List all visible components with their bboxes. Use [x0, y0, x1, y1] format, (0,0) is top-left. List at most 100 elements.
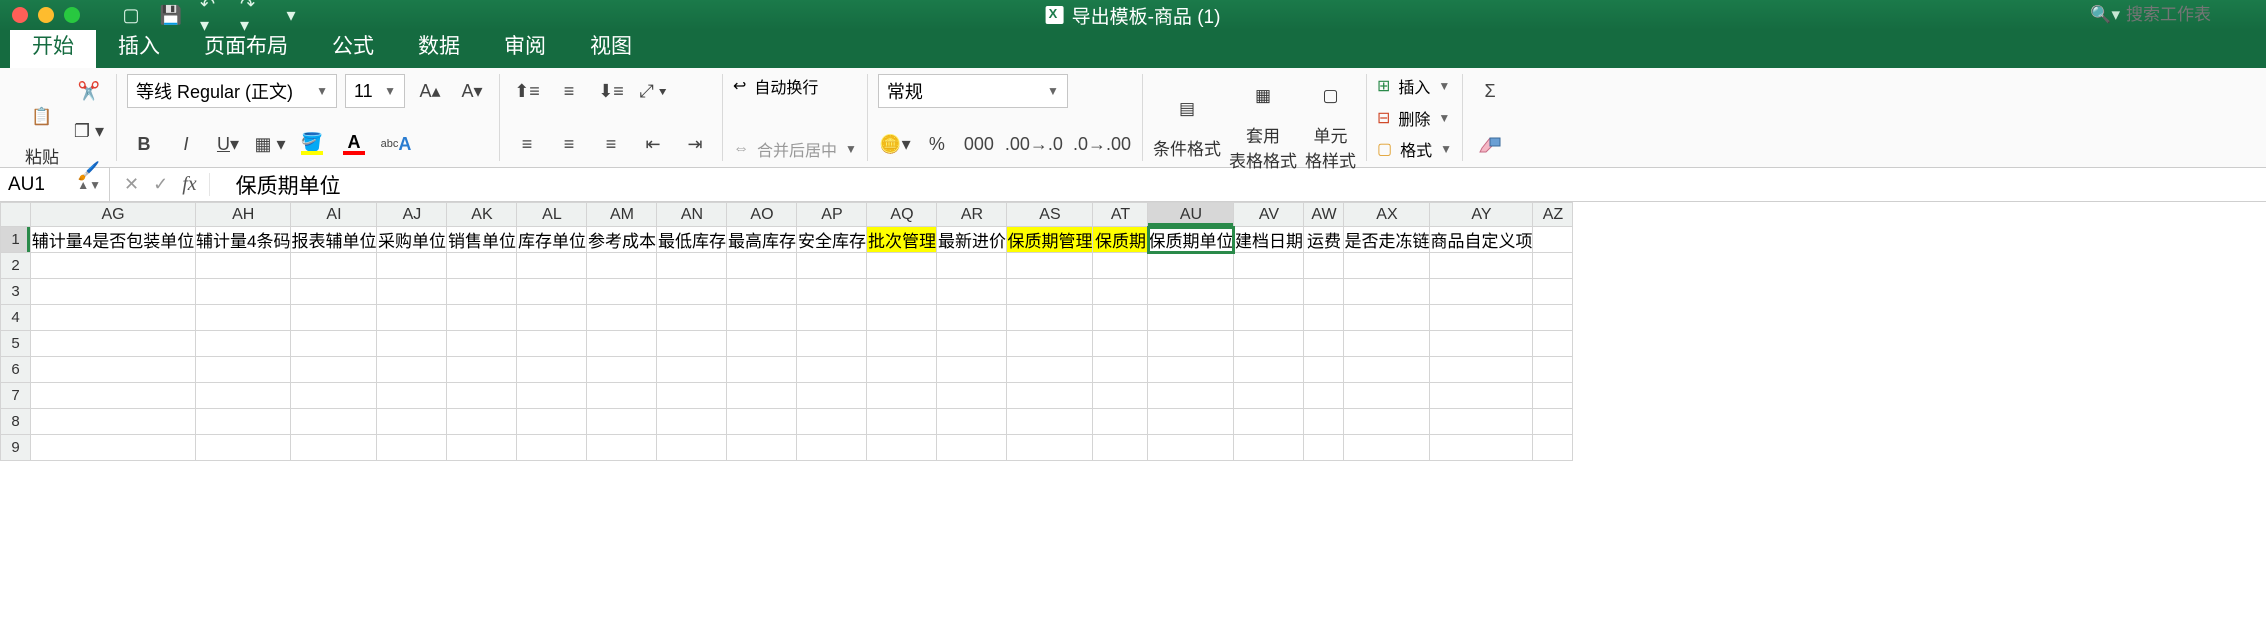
cell-AN5[interactable]: [657, 331, 727, 357]
cell-AR9[interactable]: [937, 435, 1007, 461]
cell-AW5[interactable]: [1304, 331, 1344, 357]
cell-AX6[interactable]: [1344, 357, 1430, 383]
formula-input[interactable]: 保质期单位: [224, 170, 2266, 200]
column-header-AO[interactable]: AO: [727, 203, 797, 227]
cell-AW1[interactable]: 运费: [1304, 227, 1344, 253]
cell-AM3[interactable]: [587, 279, 657, 305]
cell-AJ3[interactable]: [377, 279, 447, 305]
cell-AJ4[interactable]: [377, 305, 447, 331]
increase-font-icon[interactable]: A▴: [413, 74, 447, 108]
cell-AI7[interactable]: [291, 383, 377, 409]
autosum-icon[interactable]: Σ: [1473, 74, 1507, 108]
name-box[interactable]: AU1 ▲▼: [0, 168, 110, 201]
column-header-AM[interactable]: AM: [587, 203, 657, 227]
italic-button[interactable]: I: [169, 127, 203, 161]
cell-AM8[interactable]: [587, 409, 657, 435]
cell-AT2[interactable]: [1093, 253, 1148, 279]
border-button[interactable]: ▦ ▾: [253, 127, 287, 161]
cell-AZ1[interactable]: [1533, 227, 1573, 253]
cell-AI3[interactable]: [291, 279, 377, 305]
cell-AN1[interactable]: 最低库存: [657, 227, 727, 253]
format-cells-button[interactable]: ▢ 格式▼: [1377, 137, 1452, 161]
cell-AO6[interactable]: [727, 357, 797, 383]
cell-AJ2[interactable]: [377, 253, 447, 279]
cell-AH3[interactable]: [196, 279, 291, 305]
cell-AL1[interactable]: 库存单位: [517, 227, 587, 253]
decrease-font-icon[interactable]: A▾: [455, 74, 489, 108]
column-header-AI[interactable]: AI: [291, 203, 377, 227]
cell-AL2[interactable]: [517, 253, 587, 279]
cell-AI5[interactable]: [291, 331, 377, 357]
cell-AM2[interactable]: [587, 253, 657, 279]
cell-AV3[interactable]: [1234, 279, 1304, 305]
cell-AU1[interactable]: 保质期单位: [1148, 227, 1234, 253]
cell-AR5[interactable]: [937, 331, 1007, 357]
cell-AQ3[interactable]: [867, 279, 937, 305]
redo-icon[interactable]: ↷ ▾: [240, 4, 262, 26]
conditional-format-button[interactable]: ▤ 条件格式: [1153, 87, 1221, 160]
cell-AS8[interactable]: [1007, 409, 1093, 435]
cell-AP7[interactable]: [797, 383, 867, 409]
cell-AR3[interactable]: [937, 279, 1007, 305]
cell-AT5[interactable]: [1093, 331, 1148, 357]
zoom-window-button[interactable]: [64, 7, 80, 23]
cell-AQ8[interactable]: [867, 409, 937, 435]
font-name-select[interactable]: 等线 Regular (正文)▼: [127, 74, 337, 108]
cell-AM5[interactable]: [587, 331, 657, 357]
cell-AG3[interactable]: [31, 279, 196, 305]
cell-AS4[interactable]: [1007, 305, 1093, 331]
underline-button[interactable]: U ▾: [211, 127, 245, 161]
increase-decimal-icon[interactable]: .00→.0: [1004, 127, 1064, 161]
cell-AI4[interactable]: [291, 305, 377, 331]
cut-icon[interactable]: ✂️: [72, 74, 106, 108]
cell-AO1[interactable]: 最高库存: [727, 227, 797, 253]
cell-AR4[interactable]: [937, 305, 1007, 331]
cell-AW8[interactable]: [1304, 409, 1344, 435]
cell-AT3[interactable]: [1093, 279, 1148, 305]
cell-AJ5[interactable]: [377, 331, 447, 357]
cell-AM6[interactable]: [587, 357, 657, 383]
cell-AX2[interactable]: [1344, 253, 1430, 279]
cell-AU6[interactable]: [1148, 357, 1234, 383]
cell-AU2[interactable]: [1148, 253, 1234, 279]
cell-AN4[interactable]: [657, 305, 727, 331]
merge-center-button[interactable]: ⇔ 合并后居中 ▼: [733, 137, 857, 161]
column-header-AY[interactable]: AY: [1430, 203, 1533, 227]
cell-AI8[interactable]: [291, 409, 377, 435]
row-header-8[interactable]: 8: [1, 409, 31, 435]
cell-AT9[interactable]: [1093, 435, 1148, 461]
cell-AK8[interactable]: [447, 409, 517, 435]
number-format-select[interactable]: 常规▼: [878, 74, 1068, 108]
cell-AU4[interactable]: [1148, 305, 1234, 331]
cell-AZ9[interactable]: [1533, 435, 1573, 461]
cell-AH9[interactable]: [196, 435, 291, 461]
cancel-formula-icon[interactable]: ✕: [124, 174, 139, 195]
cell-AL4[interactable]: [517, 305, 587, 331]
search-sheet[interactable]: 🔍▾: [2090, 5, 2246, 25]
cell-AH4[interactable]: [196, 305, 291, 331]
format-as-table-button[interactable]: ▦ 套用 表格格式: [1229, 74, 1297, 172]
cell-AP1[interactable]: 安全库存: [797, 227, 867, 253]
copy-icon[interactable]: ❐ ▾: [72, 114, 106, 148]
cell-AI9[interactable]: [291, 435, 377, 461]
cell-AX4[interactable]: [1344, 305, 1430, 331]
currency-icon[interactable]: 🪙▾: [878, 127, 912, 161]
row-header-6[interactable]: 6: [1, 357, 31, 383]
column-header-AN[interactable]: AN: [657, 203, 727, 227]
row-header-1[interactable]: 1: [1, 227, 31, 253]
column-header-AZ[interactable]: AZ: [1533, 203, 1573, 227]
cell-AO4[interactable]: [727, 305, 797, 331]
row-header-9[interactable]: 9: [1, 435, 31, 461]
cell-AN2[interactable]: [657, 253, 727, 279]
column-header-AS[interactable]: AS: [1007, 203, 1093, 227]
percent-icon[interactable]: %: [920, 127, 954, 161]
font-color-button[interactable]: A: [337, 127, 371, 161]
cell-AN7[interactable]: [657, 383, 727, 409]
spreadsheet-grid[interactable]: AGAHAIAJAKALAMANAOAPAQARASATAUAVAWAXAYAZ…: [0, 202, 2266, 461]
cell-AS1[interactable]: 保质期管理: [1007, 227, 1093, 253]
name-box-dropdown-icon[interactable]: ▲▼: [77, 178, 101, 192]
cell-AT1[interactable]: 保质期: [1093, 227, 1148, 253]
save-icon[interactable]: 💾: [160, 4, 182, 26]
cell-AV2[interactable]: [1234, 253, 1304, 279]
column-header-AX[interactable]: AX: [1344, 203, 1430, 227]
